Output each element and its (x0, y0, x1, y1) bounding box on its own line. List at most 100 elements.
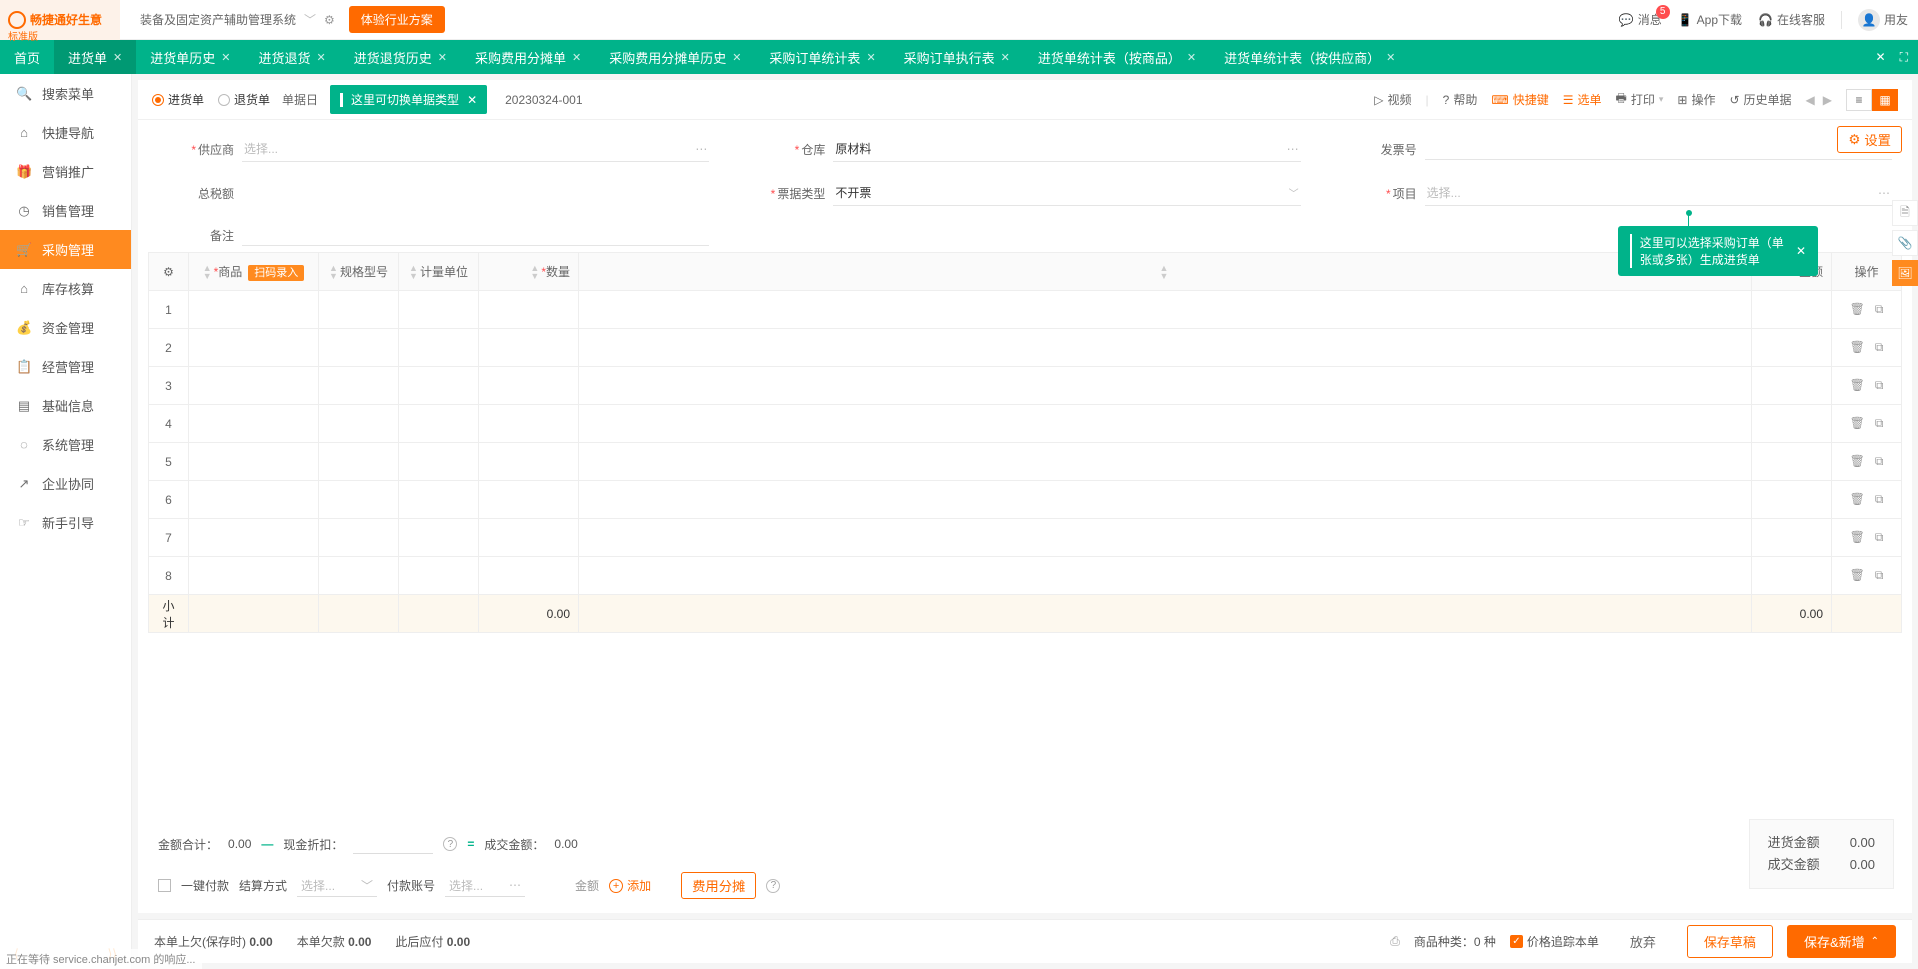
cell-unit[interactable] (399, 367, 479, 405)
copy-row-icon[interactable]: ⧉ (1875, 454, 1884, 469)
col-product[interactable]: ▲▼*商品扫码录入 (189, 253, 319, 291)
cell-qty[interactable] (479, 329, 579, 367)
table-row[interactable]: 1🗑⧉ (149, 291, 1902, 329)
copy-row-icon[interactable]: ⧉ (1875, 416, 1884, 431)
sidebar-item-经营管理[interactable]: 📋经营管理 (0, 347, 131, 386)
gear-icon[interactable]: ⚙ (324, 13, 335, 27)
tab-进货单统计表（按供应商）[interactable]: 进货单统计表（按供应商）✕ (1210, 40, 1409, 74)
save-and-new-button[interactable]: 保存&新增⌃ (1787, 925, 1896, 958)
print-link[interactable]: 🖶打印▾ (1616, 89, 1664, 110)
cell-product[interactable] (189, 291, 319, 329)
cell-spec[interactable] (319, 557, 399, 595)
tab-采购订单执行表[interactable]: 采购订单执行表✕ (890, 40, 1024, 74)
cell-spec[interactable] (319, 519, 399, 557)
pay-account-select[interactable]: 选择...⋯ (445, 875, 525, 897)
user-menu[interactable]: 👤 用友 (1858, 9, 1908, 31)
sidebar-item-资金管理[interactable]: 💰资金管理 (0, 308, 131, 347)
delete-row-icon[interactable]: 🗑 (1850, 568, 1865, 583)
tab-close-icon[interactable]: ✕ (572, 51, 581, 64)
discard-button[interactable]: 放弃 (1613, 925, 1673, 958)
cell-product[interactable] (189, 519, 319, 557)
cell-blank[interactable] (579, 519, 1752, 557)
rail-note-icon[interactable]: 🗎 (1892, 200, 1918, 226)
sidebar-item-库存核算[interactable]: ⌂库存核算 (0, 269, 131, 308)
cell-spec[interactable] (319, 291, 399, 329)
sidebar-item-系统管理[interactable]: ◌系统管理 (0, 425, 131, 464)
cell-blank[interactable] (579, 329, 1752, 367)
cell-qty[interactable] (479, 291, 579, 329)
table-row[interactable]: 2🗑⧉ (149, 329, 1902, 367)
messages-link[interactable]: 💬 消息 5 (1619, 11, 1662, 28)
form-settings-button[interactable]: ⚙设置 (1837, 126, 1902, 153)
add-payment-link[interactable]: +添加 (609, 877, 651, 894)
tab-进货退货[interactable]: 进货退货✕ (244, 40, 339, 74)
tab-进货单统计表（按商品）[interactable]: 进货单统计表（按商品）✕ (1024, 40, 1210, 74)
sidebar-item-企业协同[interactable]: ↗企业协同 (0, 464, 131, 503)
cell-unit[interactable] (399, 291, 479, 329)
cell-product[interactable] (189, 329, 319, 367)
cell-spec[interactable] (319, 367, 399, 405)
cell-qty[interactable] (479, 557, 579, 595)
tab-close-icon[interactable]: ✕ (1386, 51, 1395, 64)
cell-qty[interactable] (479, 443, 579, 481)
copy-row-icon[interactable]: ⧉ (1875, 378, 1884, 393)
copy-row-icon[interactable]: ⧉ (1875, 568, 1884, 583)
tab-进货单[interactable]: 进货单✕ (54, 40, 136, 74)
cell-product[interactable] (189, 367, 319, 405)
cell-unit[interactable] (399, 405, 479, 443)
help-link[interactable]: ?帮助 (1443, 91, 1478, 108)
operate-link[interactable]: ⊞操作 (1677, 91, 1715, 108)
help-icon[interactable]: ? (766, 879, 780, 893)
cell-spec[interactable] (319, 443, 399, 481)
sidebar-item-采购管理[interactable]: 🛒采购管理 (0, 230, 131, 269)
col-spec[interactable]: ▲▼规格型号 (319, 253, 399, 291)
fullscreen-icon[interactable]: ⛶ (1900, 50, 1908, 65)
cell-amount[interactable] (1752, 443, 1832, 481)
tab-close-icon[interactable]: ✕ (221, 51, 230, 64)
cell-amount[interactable] (1752, 405, 1832, 443)
fee-split-button[interactable]: 费用分摊 (681, 872, 756, 899)
cell-product[interactable] (189, 481, 319, 519)
project-input[interactable]: 选择...⋯ (1425, 180, 1892, 206)
app-download-link[interactable]: 📱 App下载 (1678, 11, 1742, 28)
delete-row-icon[interactable]: 🗑 (1850, 530, 1865, 545)
table-row[interactable]: 7🗑⧉ (149, 519, 1902, 557)
cell-unit[interactable] (399, 443, 479, 481)
delete-row-icon[interactable]: 🗑 (1850, 492, 1865, 507)
sidebar-item-基础信息[interactable]: ▤基础信息 (0, 386, 131, 425)
cell-amount[interactable] (1752, 481, 1832, 519)
cell-amount[interactable] (1752, 291, 1832, 329)
remark-input[interactable] (242, 224, 709, 246)
delete-row-icon[interactable]: 🗑 (1850, 416, 1865, 431)
cell-product[interactable] (189, 557, 319, 595)
supplier-input[interactable]: 选择...⋯ (242, 136, 709, 162)
delete-row-icon[interactable]: 🗑 (1850, 378, 1865, 393)
cell-product[interactable] (189, 443, 319, 481)
tab-close-icon[interactable]: ✕ (866, 51, 875, 64)
sidebar-item-搜索菜单[interactable]: 🔍搜索菜单 (0, 74, 131, 113)
col-gear[interactable]: ⚙ (149, 253, 189, 291)
prev-icon[interactable]: ◀ (1806, 93, 1815, 107)
save-draft-button[interactable]: 保存草稿 (1687, 925, 1773, 958)
cell-qty[interactable] (479, 519, 579, 557)
cell-amount[interactable] (1752, 519, 1832, 557)
table-row[interactable]: 6🗑⧉ (149, 481, 1902, 519)
history-link[interactable]: ↺历史单据 (1729, 91, 1791, 108)
cell-qty[interactable] (479, 367, 579, 405)
delete-row-icon[interactable]: 🗑 (1850, 454, 1865, 469)
settle-method-select[interactable]: 选择...﹀ (297, 875, 377, 897)
sidebar-item-营销推广[interactable]: 🎁营销推广 (0, 152, 131, 191)
cell-unit[interactable] (399, 481, 479, 519)
tab-采购费用分摊单历史[interactable]: 采购费用分摊单历史✕ (595, 40, 755, 74)
help-icon[interactable]: ? (443, 837, 457, 851)
delete-row-icon[interactable]: 🗑 (1850, 302, 1865, 317)
table-row[interactable]: 5🗑⧉ (149, 443, 1902, 481)
delete-row-icon[interactable]: 🗑 (1850, 340, 1865, 355)
system-selector[interactable]: 装备及固定资产辅助管理系统 ﹀ ⚙ (140, 11, 335, 28)
one-click-pay-checkbox[interactable] (158, 879, 171, 892)
view-detail-icon[interactable]: ▦ (1872, 89, 1898, 111)
tab-采购费用分摊单[interactable]: 采购费用分摊单✕ (461, 40, 595, 74)
table-row[interactable]: 3🗑⧉ (149, 367, 1902, 405)
copy-row-icon[interactable]: ⧉ (1875, 302, 1884, 317)
next-icon[interactable]: ▶ (1823, 93, 1832, 107)
